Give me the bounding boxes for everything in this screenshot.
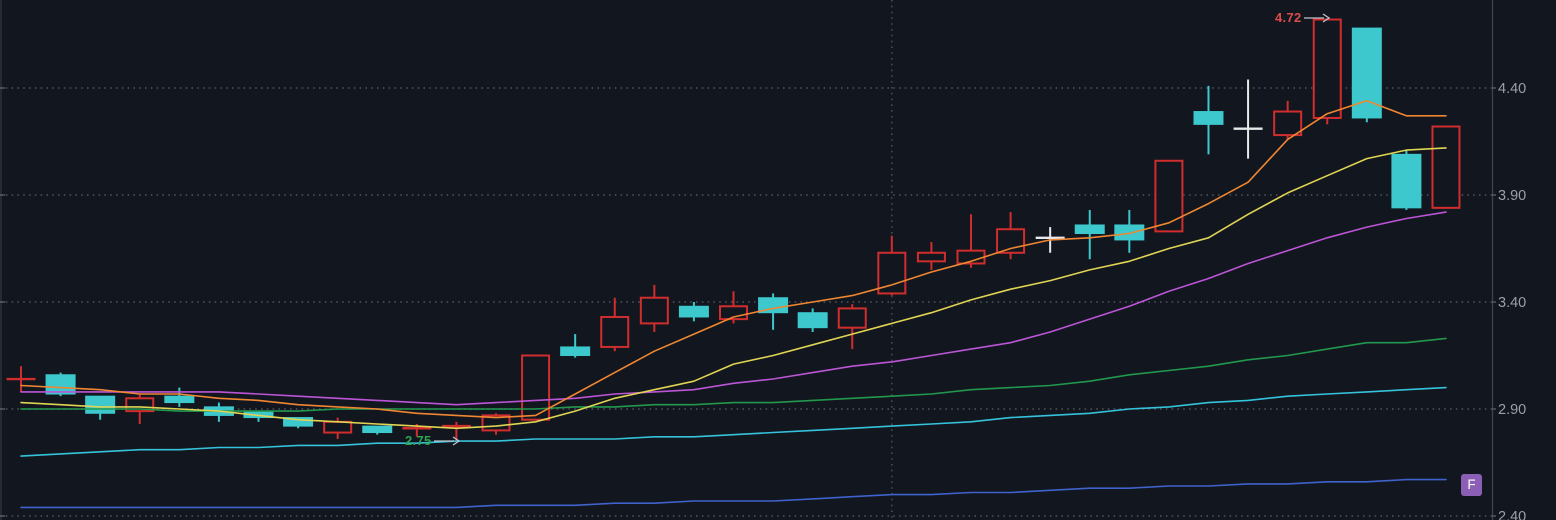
candle [1074, 209, 1105, 260]
price-axis-label: 2.90 [1498, 402, 1526, 418]
low-annotation-label: 2.75 [405, 433, 432, 448]
candle [678, 302, 709, 322]
candle-body-down [678, 305, 709, 318]
candle-body-up [1273, 110, 1303, 137]
candle [1233, 79, 1263, 159]
candle-body-down [797, 312, 828, 329]
candle-body-up [1431, 125, 1461, 209]
flag-badge-f[interactable]: F [1461, 474, 1482, 496]
candle-body-up [639, 296, 669, 325]
arrow-right-icon [1303, 13, 1330, 23]
candle [6, 366, 36, 392]
candle-body-up [1154, 159, 1184, 233]
ma-line-ma-blue [20, 478, 1447, 509]
candle [1312, 18, 1342, 125]
price-axis-label: 3.40 [1498, 295, 1526, 311]
candle [916, 242, 946, 270]
ma-line-ma-green [20, 337, 1447, 412]
candle [85, 395, 116, 420]
price-axis-label: 3.90 [1498, 188, 1526, 204]
price-axis-label: 4.40 [1498, 81, 1526, 97]
high-annotation-label: 4.72 [1275, 10, 1302, 25]
low-annotation: 2.75 [405, 434, 460, 448]
candle-body-down [1114, 224, 1145, 241]
candle [362, 425, 393, 435]
candle-body-down [85, 395, 116, 414]
candle-body-up [323, 420, 353, 434]
candle [639, 284, 669, 332]
candle [1431, 125, 1461, 209]
ma-line-ma-cyan [20, 386, 1447, 457]
stock-chart: 4.40 3.90 3.40 2.90 2.40 4.72 2.75 F [0, 0, 1556, 520]
candle-body-up [916, 251, 946, 263]
candle-body-up [600, 315, 630, 348]
candle-body-up [1312, 18, 1342, 119]
candle [1193, 85, 1224, 155]
candle [837, 304, 867, 350]
high-annotation: 4.72 [1275, 11, 1330, 25]
candle-body-down [1193, 111, 1224, 125]
candle [718, 291, 748, 324]
price-axis-label: 2.40 [1498, 509, 1526, 520]
candle-body-down [1074, 224, 1105, 235]
candle-body-down [560, 346, 591, 357]
candle [1351, 27, 1382, 123]
candle [758, 293, 789, 330]
ma-line-ma-orange [20, 100, 1447, 419]
candlestick-chart[interactable]: 4.40 3.90 3.40 2.90 2.40 [0, 0, 1556, 520]
candle [1391, 150, 1422, 210]
candle [797, 308, 828, 332]
candle [877, 235, 907, 296]
candle [956, 214, 986, 268]
candle-body-down [362, 425, 393, 434]
candle [560, 334, 591, 358]
candle [600, 297, 630, 352]
candle [164, 387, 195, 407]
candle-body-up [837, 307, 867, 329]
candle-body-down [1391, 153, 1422, 209]
candle [1154, 159, 1184, 233]
arrow-right-icon [433, 436, 460, 446]
candle-body-down [164, 395, 195, 404]
